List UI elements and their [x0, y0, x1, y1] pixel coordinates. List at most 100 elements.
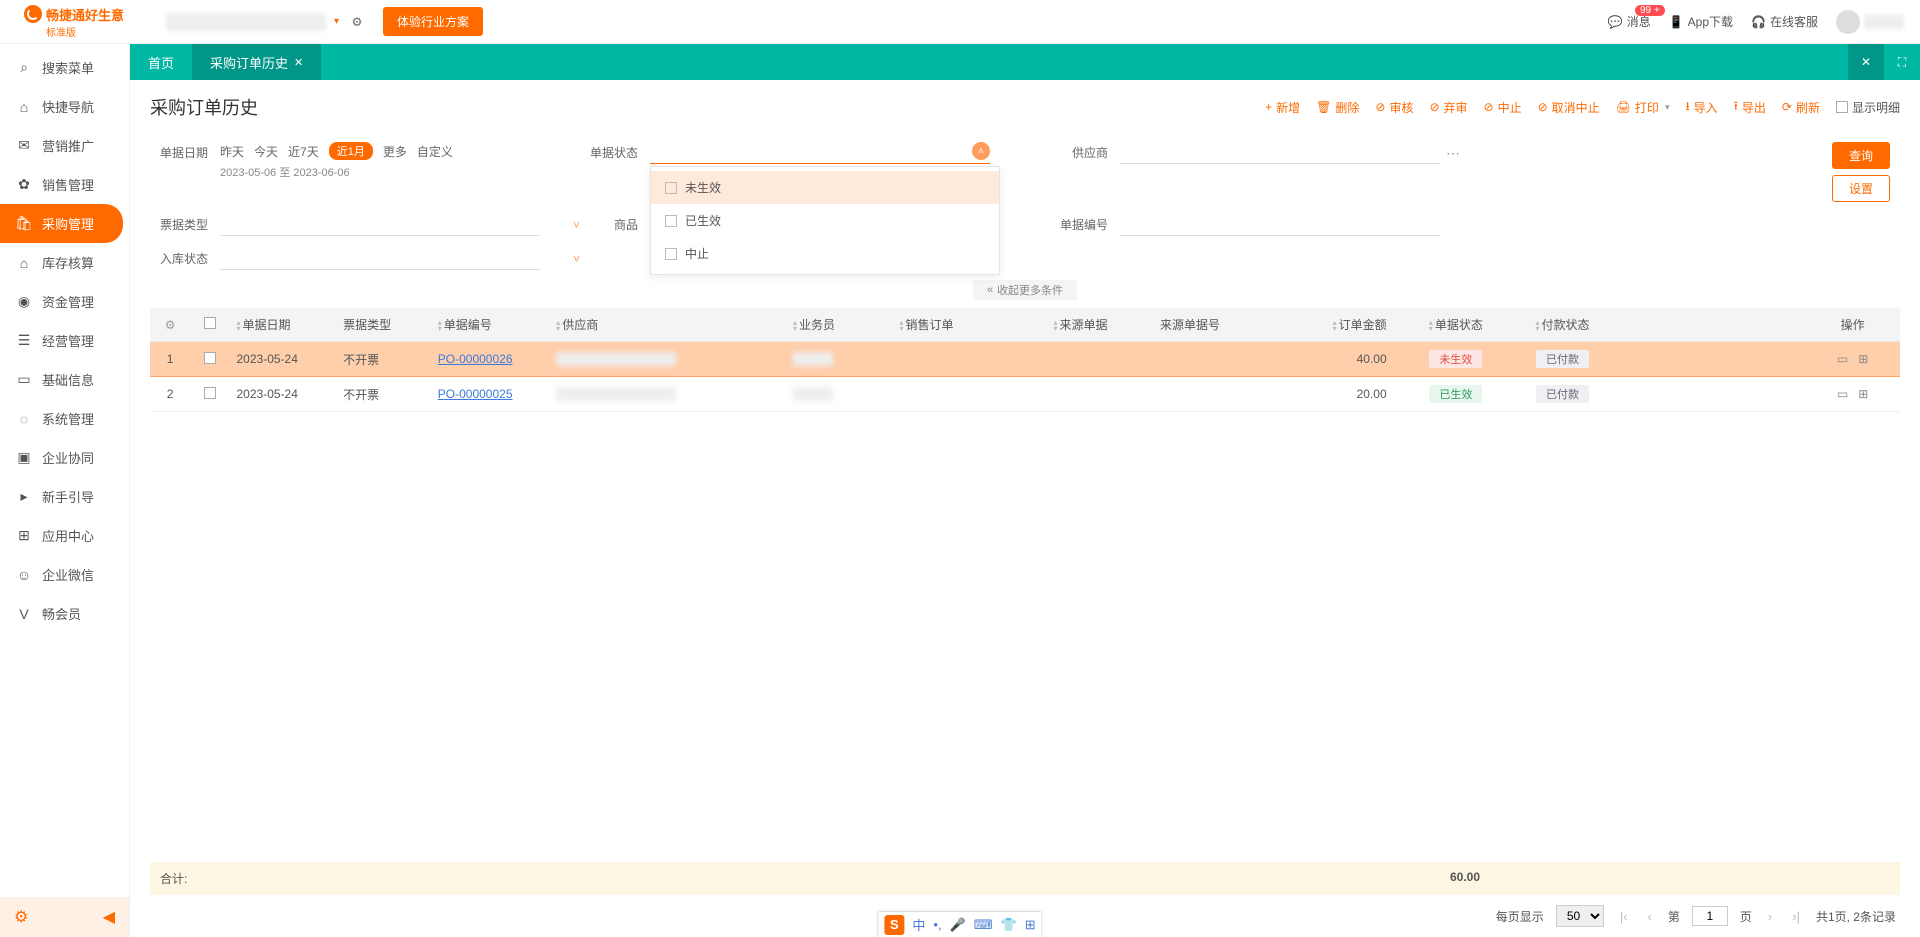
sidebar-item-member[interactable]: V畅会员 — [0, 594, 129, 633]
export-button[interactable]: ⭱导出 — [1734, 97, 1766, 118]
sidebar-item-guide[interactable]: ▸新手引导 — [0, 477, 129, 516]
sidebar-item-inventory[interactable]: ⌂库存核算 — [0, 243, 129, 282]
ime-skin-icon[interactable]: 👕 — [1001, 917, 1017, 933]
sidebar-item-purchase[interactable]: 🛍采购管理 — [0, 204, 123, 243]
status-option-stopped[interactable]: 中止 — [651, 237, 999, 270]
sidebar-item-operation[interactable]: ☰经营管理 — [0, 321, 129, 360]
collapse-filters-button[interactable]: « 收起更多条件 — [150, 276, 1900, 308]
col-sales-order[interactable]: ▴▾销售订单 — [894, 308, 1048, 342]
view-icon[interactable]: ▭ — [1837, 387, 1848, 401]
more-icon[interactable]: ⊞ — [1858, 387, 1868, 401]
import-button[interactable]: ⭳导入 — [1685, 97, 1717, 118]
date-quick-month[interactable]: 近1月 — [329, 142, 373, 160]
first-page-button[interactable]: |‹ — [1616, 909, 1632, 924]
sidebar-item-marketing[interactable]: ✉营销推广 — [0, 126, 129, 165]
col-label: 销售订单 — [906, 318, 954, 332]
query-button[interactable]: 查询 — [1832, 142, 1890, 169]
close-icon[interactable]: ✕ — [294, 56, 303, 69]
bill-status-input[interactable] — [650, 142, 990, 164]
status-collapse-toggle[interactable]: ˄ — [972, 142, 990, 160]
ime-toolbox-icon[interactable]: ⊞ — [1025, 917, 1036, 933]
toolbar-label: 删除 — [1335, 99, 1359, 116]
filter-setting-button[interactable]: 设置 — [1832, 175, 1890, 202]
cancel-stop-button[interactable]: ⊘取消中止 — [1538, 99, 1600, 116]
try-industry-button[interactable]: 体验行业方案 — [383, 7, 483, 36]
sidebar-item-app-center[interactable]: ⊞应用中心 — [0, 516, 129, 555]
row-checkbox[interactable] — [190, 377, 230, 412]
per-page-select[interactable]: 50 — [1556, 905, 1604, 927]
invoice-type-select[interactable] — [220, 214, 540, 236]
bill-no-link[interactable]: PO-00000026 — [438, 352, 513, 366]
collapse-sidebar-icon[interactable]: ◀ — [103, 907, 115, 927]
status-option-not-effective[interactable]: 未生效 — [651, 171, 999, 204]
col-source-bill[interactable]: ▴▾来源单据 — [1047, 308, 1154, 342]
page-input[interactable] — [1692, 906, 1728, 926]
more-icon[interactable]: ⊞ — [1858, 352, 1868, 366]
col-invoice-type[interactable]: 票据类型 — [337, 308, 432, 342]
date-quick-yesterday[interactable]: 昨天 — [220, 143, 244, 160]
tabs-close-all-button[interactable]: ✕ — [1848, 44, 1884, 80]
ime-keyboard-icon[interactable]: ⌨ — [974, 917, 993, 933]
settings-gear-button[interactable]: ⚙ — [347, 12, 367, 32]
settings-icon[interactable]: ⚙ — [14, 907, 28, 927]
sidebar-item-finance[interactable]: ◉资金管理 — [0, 282, 129, 321]
ime-punct-icon[interactable]: •, — [933, 917, 941, 932]
date-quick-more[interactable]: 更多 — [383, 143, 407, 160]
app-download-button[interactable]: 📱 App下载 — [1669, 13, 1733, 30]
sidebar-item-sales[interactable]: ✿销售管理 — [0, 165, 129, 204]
sidebar-item-wechat[interactable]: ☺企业微信 — [0, 555, 129, 594]
date-quick-today[interactable]: 今天 — [254, 143, 278, 160]
online-service-button[interactable]: 🎧 在线客服 — [1751, 13, 1818, 30]
ime-lang[interactable]: 中 — [912, 915, 925, 934]
col-order-amount[interactable]: ▴▾订单金额 — [1284, 308, 1402, 342]
chevron-down-icon[interactable]: ˅ — [573, 218, 580, 232]
table-row[interactable]: 1 2023-05-24 不开票 PO-00000026 40.00 未生效 — [150, 342, 1900, 377]
stop-button[interactable]: ⊘中止 — [1484, 99, 1522, 116]
col-bill-status[interactable]: ▴▾单据状态 — [1403, 308, 1510, 342]
delete-button[interactable]: 🗑删除 — [1316, 99, 1359, 116]
supplier-more-button[interactable]: ⋯ — [1440, 145, 1468, 162]
org-selector[interactable]: ▾ — [166, 13, 339, 31]
audit-button[interactable]: ⊘审核 — [1375, 99, 1413, 116]
bill-no-input[interactable] — [1120, 214, 1440, 236]
abandon-audit-button[interactable]: ⊘弃审 — [1429, 99, 1467, 116]
sidebar-item-search[interactable]: ⌕搜索菜单 — [0, 48, 129, 87]
tabs-fullscreen-button[interactable]: ⛶ — [1884, 44, 1920, 80]
table-settings-button[interactable]: ⚙ — [150, 308, 190, 342]
view-icon[interactable]: ▭ — [1837, 352, 1848, 366]
sidebar-item-quick-nav[interactable]: ⌂快捷导航 — [0, 87, 129, 126]
tab-purchase-order-history[interactable]: 采购订单历史 ✕ — [192, 44, 321, 80]
print-button[interactable]: 🖨打印▾ — [1616, 99, 1670, 116]
ime-toolbar[interactable]: S 中 •, 🎤 ⌨ 👕 ⊞ — [877, 911, 1042, 937]
sidebar-item-basic-info[interactable]: ▭基础信息 — [0, 360, 129, 399]
tab-home[interactable]: 首页 — [130, 44, 192, 80]
col-source-bill-no[interactable]: 来源单据号 — [1154, 308, 1284, 342]
refresh-button[interactable]: ⟳刷新 — [1782, 99, 1820, 116]
sidebar-item-system[interactable]: ◌系统管理 — [0, 399, 129, 438]
prev-page-button[interactable]: ‹ — [1644, 909, 1656, 924]
messages-button[interactable]: 💬 消息 99 + — [1608, 13, 1651, 30]
ime-voice-icon[interactable]: 🎤 — [950, 917, 966, 933]
chevron-down-icon[interactable]: ˅ — [573, 252, 580, 266]
new-button[interactable]: +新增 — [1265, 99, 1300, 116]
table-row[interactable]: 2 2023-05-24 不开票 PO-00000025 20.00 已生效 — [150, 377, 1900, 412]
last-page-button[interactable]: ›| — [1788, 909, 1804, 924]
date-quick-week[interactable]: 近7天 — [288, 143, 319, 160]
instock-status-select[interactable] — [220, 248, 540, 270]
select-all-checkbox[interactable] — [190, 308, 230, 342]
col-pay-status[interactable]: ▴▾付款状态 — [1509, 308, 1616, 342]
show-detail-toggle[interactable]: 显示明细 — [1836, 99, 1900, 116]
col-bill-no[interactable]: ▴▾单据编号 — [432, 308, 550, 342]
bill-no-link[interactable]: PO-00000025 — [438, 387, 513, 401]
row-checkbox[interactable] — [190, 342, 230, 377]
user-menu[interactable] — [1836, 10, 1904, 34]
export-icon: ⭱ — [1734, 97, 1738, 118]
status-option-effective[interactable]: 已生效 — [651, 204, 999, 237]
sidebar-item-collab[interactable]: ▣企业协同 — [0, 438, 129, 477]
next-page-button[interactable]: › — [1764, 909, 1776, 924]
supplier-input[interactable] — [1120, 142, 1440, 164]
date-quick-custom[interactable]: 自定义 — [417, 143, 453, 160]
col-salesman[interactable]: ▴▾业务员 — [787, 308, 894, 342]
col-supplier[interactable]: ▴▾供应商 — [550, 308, 787, 342]
col-date[interactable]: ▴▾单据日期 — [231, 308, 338, 342]
